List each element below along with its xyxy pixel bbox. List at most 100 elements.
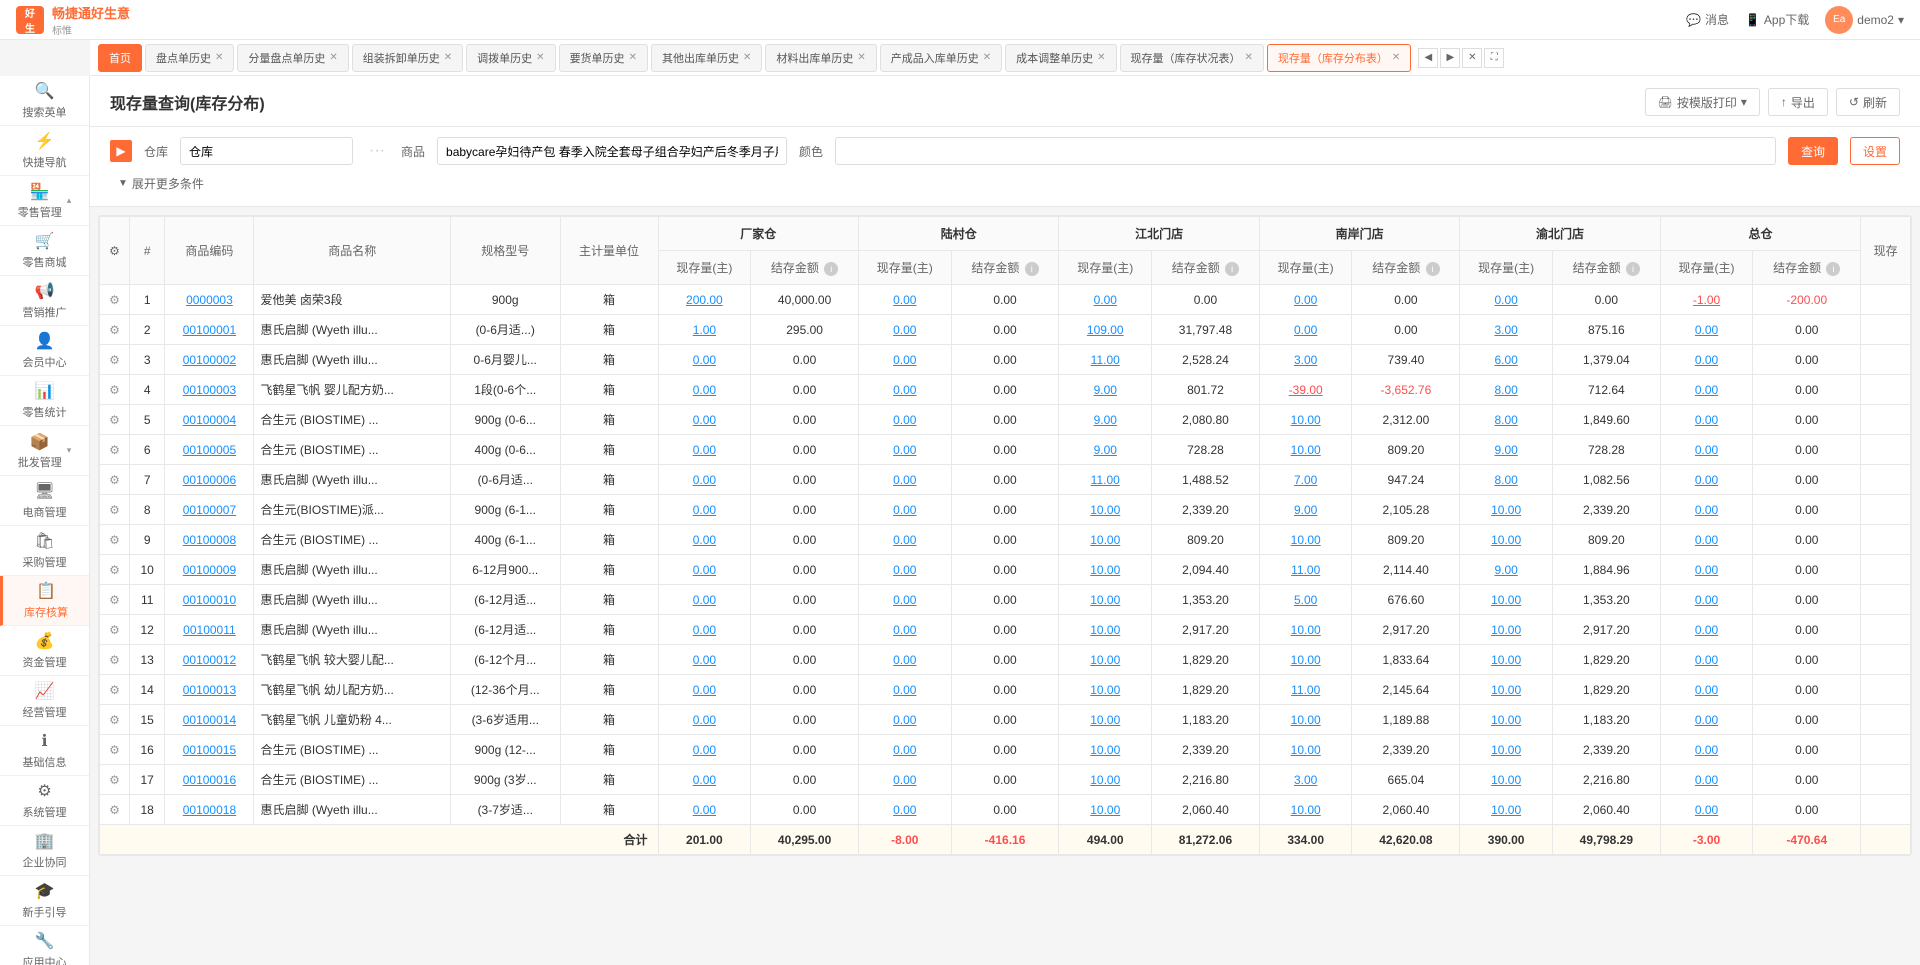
row-factory-stock[interactable]: 0.00 [658, 465, 751, 495]
row-jiangbei-stock[interactable]: 109.00 [1059, 315, 1152, 345]
row-code[interactable]: 00100010 [165, 585, 254, 615]
tab-close-icon[interactable]: ✕ [629, 52, 637, 63]
row-luchen-stock[interactable]: 0.00 [859, 615, 952, 645]
row-nanan-stock[interactable]: 10.00 [1259, 615, 1352, 645]
row-factory-stock[interactable]: 0.00 [658, 375, 751, 405]
warehouse-ellipsis[interactable]: ··· [365, 142, 389, 160]
row-code[interactable]: 00100001 [165, 315, 254, 345]
row-factory-stock[interactable]: 0.00 [658, 435, 751, 465]
row-total-stock[interactable]: 0.00 [1660, 525, 1753, 555]
row-yubei-stock[interactable]: 10.00 [1460, 645, 1553, 675]
row-luchen-stock[interactable]: 0.00 [859, 525, 952, 555]
row-yubei-stock[interactable]: 10.00 [1460, 615, 1553, 645]
row-yubei-stock[interactable]: 8.00 [1460, 375, 1553, 405]
row-factory-stock[interactable]: 0.00 [658, 405, 751, 435]
row-nanan-stock[interactable]: 11.00 [1259, 675, 1352, 705]
row-luchen-stock[interactable]: 0.00 [859, 465, 952, 495]
row-settings[interactable]: ⚙ [100, 615, 130, 645]
row-nanan-stock[interactable]: 10.00 [1259, 645, 1352, 675]
color-input[interactable] [835, 137, 1776, 165]
sidebar-item-guide[interactable]: 🎓 新手引导 [0, 876, 89, 926]
row-luchen-stock[interactable]: 0.00 [859, 795, 952, 825]
row-nanan-stock[interactable]: 10.00 [1259, 735, 1352, 765]
row-nanan-stock[interactable]: 10.00 [1259, 525, 1352, 555]
row-luchen-stock[interactable]: 0.00 [859, 375, 952, 405]
warehouse-input[interactable] [180, 137, 353, 165]
row-factory-stock[interactable]: 0.00 [658, 765, 751, 795]
row-jiangbei-stock[interactable]: 10.00 [1059, 585, 1152, 615]
row-total-stock[interactable]: 0.00 [1660, 465, 1753, 495]
row-nanan-stock[interactable]: 5.00 [1259, 585, 1352, 615]
row-luchen-stock[interactable]: 0.00 [859, 585, 952, 615]
row-settings[interactable]: ⚙ [100, 555, 130, 585]
row-code[interactable]: 00100004 [165, 405, 254, 435]
tab-home[interactable]: 首页 [98, 44, 142, 72]
row-total-stock[interactable]: 0.00 [1660, 765, 1753, 795]
message-btn[interactable]: 💬 消息 [1686, 11, 1729, 28]
tab-product-inbound[interactable]: 产成品入库单历史 ✕ [880, 44, 1002, 72]
query-btn[interactable]: 查询 [1788, 137, 1838, 165]
row-code[interactable]: 00100013 [165, 675, 254, 705]
row-luchen-stock[interactable]: 0.00 [859, 765, 952, 795]
tab-close-icon[interactable]: ✕ [857, 52, 865, 63]
row-settings[interactable]: ⚙ [100, 645, 130, 675]
row-code[interactable]: 00100008 [165, 525, 254, 555]
tab-close-icon[interactable]: ✕ [1097, 52, 1105, 63]
sidebar-item-ops[interactable]: 📈 经营管理 [0, 676, 89, 726]
row-jiangbei-stock[interactable]: 9.00 [1059, 405, 1152, 435]
row-settings[interactable]: ⚙ [100, 285, 130, 315]
tab-close-icon[interactable]: ✕ [444, 52, 452, 63]
row-jiangbei-stock[interactable]: 10.00 [1059, 645, 1152, 675]
row-yubei-stock[interactable]: 9.00 [1460, 555, 1553, 585]
tab-inventory-dist[interactable]: 现存量（库存分布表） ✕ [1267, 44, 1411, 72]
tab-cost-adj[interactable]: 成本调整单历史 ✕ [1005, 44, 1116, 72]
row-code[interactable]: 00100002 [165, 345, 254, 375]
sidebar-item-retail[interactable]: 🏪 零售管理 ▴ [0, 176, 89, 226]
tab-close-icon[interactable]: ✕ [983, 52, 991, 63]
expand-conditions-btn[interactable]: ▼ 展开更多条件 [110, 171, 1900, 196]
sidebar-item-ecommerce[interactable]: 🖥 电商管理 [0, 476, 89, 526]
row-factory-stock[interactable]: 0.00 [658, 675, 751, 705]
row-settings[interactable]: ⚙ [100, 675, 130, 705]
row-total-stock[interactable]: 0.00 [1660, 705, 1753, 735]
row-jiangbei-stock[interactable]: 10.00 [1059, 765, 1152, 795]
row-jiangbei-stock[interactable]: 10.00 [1059, 675, 1152, 705]
row-code[interactable]: 00100009 [165, 555, 254, 585]
export-btn[interactable]: ↑ 导出 [1768, 88, 1828, 116]
row-luchen-stock[interactable]: 0.00 [859, 405, 952, 435]
total-amount-info-icon[interactable]: i [1826, 262, 1840, 276]
row-factory-stock[interactable]: 0.00 [658, 585, 751, 615]
row-nanan-stock[interactable]: 11.00 [1259, 555, 1352, 585]
setting-btn[interactable]: 设置 [1850, 137, 1900, 165]
row-jiangbei-stock[interactable]: 10.00 [1059, 555, 1152, 585]
row-settings[interactable]: ⚙ [100, 765, 130, 795]
row-factory-stock[interactable]: 0.00 [658, 345, 751, 375]
row-total-stock[interactable]: 0.00 [1660, 405, 1753, 435]
row-jiangbei-stock[interactable]: 10.00 [1059, 705, 1152, 735]
row-nanan-stock[interactable]: 10.00 [1259, 435, 1352, 465]
sidebar-item-wholesale[interactable]: 📦 批发管理 ▾ [0, 426, 89, 476]
row-code[interactable]: 00100005 [165, 435, 254, 465]
tab-close-icon[interactable]: ✕ [329, 52, 337, 63]
row-yubei-stock[interactable]: 10.00 [1460, 525, 1553, 555]
filter-toggle-btn[interactable]: ▶ [110, 140, 132, 162]
row-yubei-stock[interactable]: 10.00 [1460, 765, 1553, 795]
tab-close-icon[interactable]: ✕ [743, 52, 751, 63]
row-settings[interactable]: ⚙ [100, 705, 130, 735]
row-yubei-stock[interactable]: 10.00 [1460, 675, 1553, 705]
row-code[interactable]: 00100007 [165, 495, 254, 525]
row-jiangbei-stock[interactable]: 10.00 [1059, 735, 1152, 765]
row-luchen-stock[interactable]: 0.00 [859, 705, 952, 735]
row-jiangbei-stock[interactable]: 10.00 [1059, 495, 1152, 525]
row-yubei-stock[interactable]: 9.00 [1460, 435, 1553, 465]
sidebar-item-purchase[interactable]: 🛍 采购管理 [0, 526, 89, 576]
row-yubei-stock[interactable]: 10.00 [1460, 795, 1553, 825]
row-factory-stock[interactable]: 0.00 [658, 615, 751, 645]
row-code[interactable]: 00100018 [165, 795, 254, 825]
tab-close-all-btn[interactable]: ✕ [1462, 48, 1482, 68]
row-luchen-stock[interactable]: 0.00 [859, 315, 952, 345]
yubei-amount-info-icon[interactable]: i [1626, 262, 1640, 276]
row-yubei-stock[interactable]: 0.00 [1460, 285, 1553, 315]
jiangbei-amount-info-icon[interactable]: i [1225, 262, 1239, 276]
row-factory-stock[interactable]: 0.00 [658, 525, 751, 555]
